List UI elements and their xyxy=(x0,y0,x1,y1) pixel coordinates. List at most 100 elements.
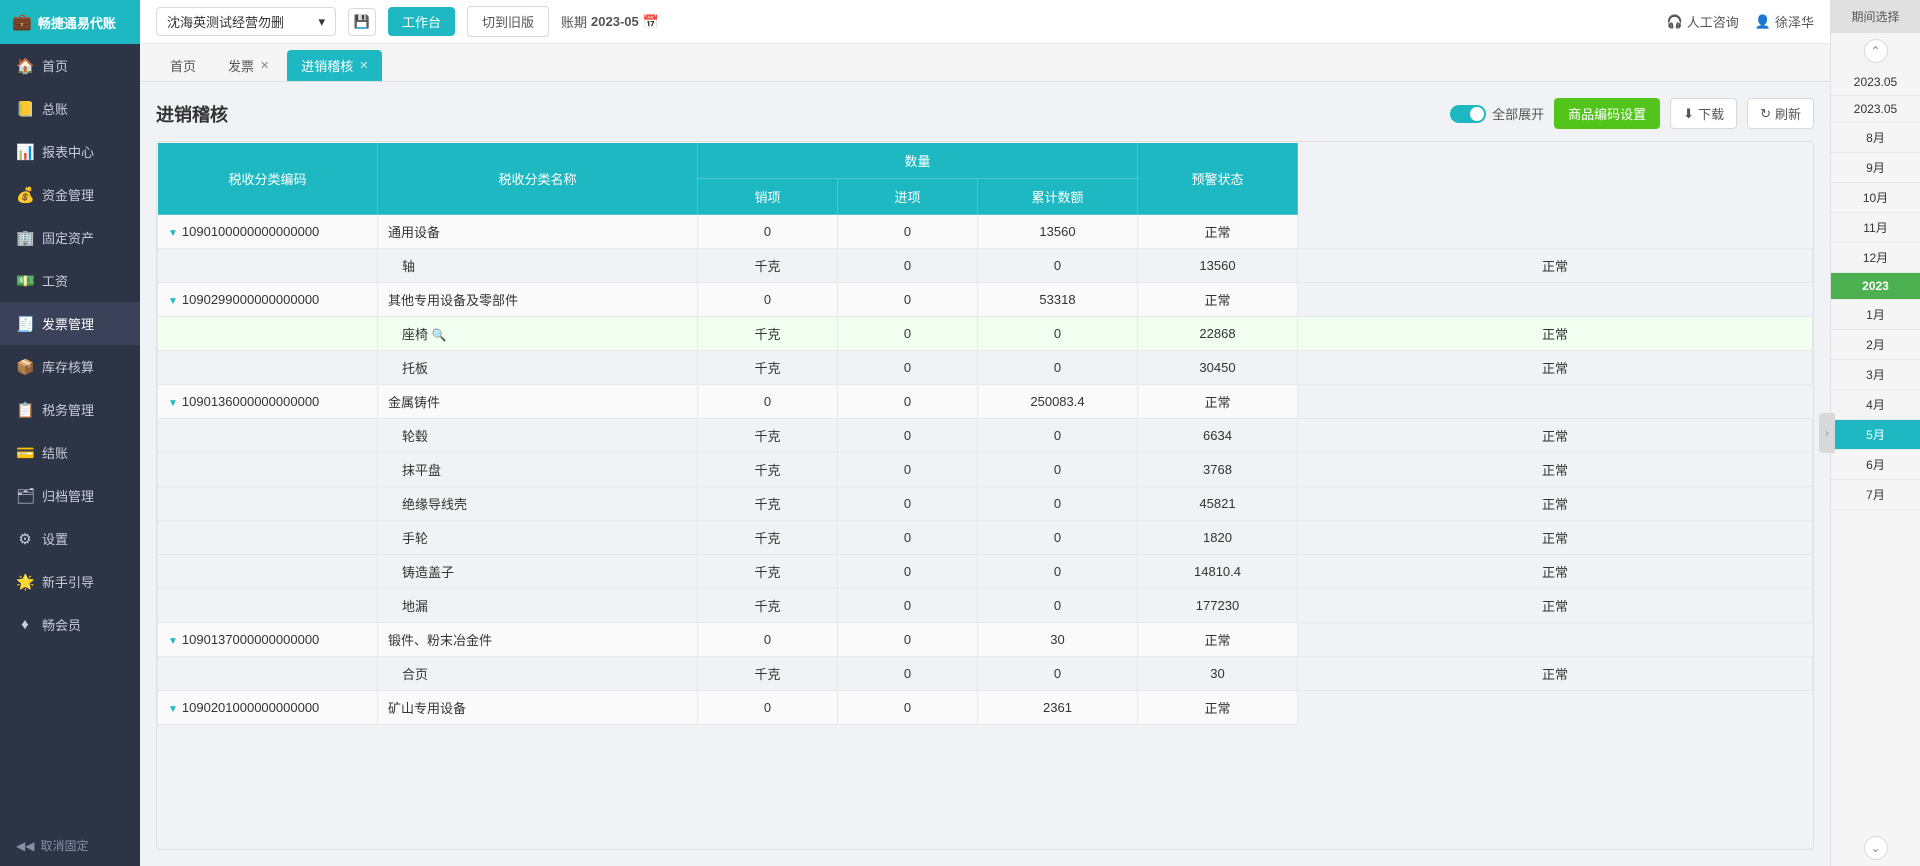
panel-up-button[interactable]: ⌃ xyxy=(1864,39,1888,63)
sidebar-item-settlement[interactable]: 💳 结账 xyxy=(0,431,140,474)
refresh-icon: ↻ xyxy=(1760,106,1771,122)
help-button[interactable]: 🎧 人工咨询 xyxy=(1667,12,1739,31)
table-wrapper: 税收分类编码 税收分类名称 数量 预警状态 销项 进项 累计数额 ▼109010… xyxy=(156,141,1814,850)
sidebar-item-funds[interactable]: 💰 资金管理 xyxy=(0,173,140,216)
tab-home-label: 首页 xyxy=(170,56,196,75)
table-row[interactable]: 托板 千克 0 0 30450 正常 xyxy=(158,351,1813,385)
sidebar-item-guide[interactable]: 🌟 新手引导 xyxy=(0,560,140,603)
row-name: 金属铸件 xyxy=(378,385,698,419)
sidebar-item-label: 固定资产 xyxy=(42,228,94,247)
table-row[interactable]: 铸造盖子 千克 0 0 14810.4 正常 xyxy=(158,555,1813,589)
period-item[interactable]: 3月 xyxy=(1831,360,1920,390)
sidebar-item-invoice[interactable]: 🧾 发票管理 xyxy=(0,302,140,345)
sidebar-item-archive[interactable]: 🗂 归档管理 xyxy=(0,474,140,517)
table-row[interactable]: 地漏 千克 0 0 177230 正常 xyxy=(158,589,1813,623)
period-item[interactable]: 6月 xyxy=(1831,450,1920,480)
period-item[interactable]: 1月 xyxy=(1831,300,1920,330)
workbench-button[interactable]: 工作台 xyxy=(388,7,455,36)
table-row[interactable]: ▼1090100000000000000 通用设备 0 0 13560 正常 xyxy=(158,215,1813,249)
user-menu[interactable]: 👤 徐泽华 xyxy=(1755,12,1814,31)
period-label: 账期 xyxy=(561,12,587,31)
funds-icon: 💰 xyxy=(16,186,34,204)
sidebar-item-ledger[interactable]: 📒 总账 xyxy=(0,87,140,130)
tab-check-close[interactable]: ✕ xyxy=(359,59,368,72)
period-item[interactable]: 5月 xyxy=(1831,420,1920,450)
row-sales: 0 xyxy=(698,215,838,249)
sidebar-item-salary[interactable]: 💵 工资 xyxy=(0,259,140,302)
period-item[interactable]: 10月 xyxy=(1831,183,1920,213)
sidebar-item-settings[interactable]: ⚙ 设置 xyxy=(0,517,140,560)
table-row[interactable]: 轴 千克 0 0 13560 正常 xyxy=(158,249,1813,283)
row-unit: 千克 xyxy=(698,589,838,623)
table-row[interactable]: 绝缘导线壳 千克 0 0 45821 正常 xyxy=(158,487,1813,521)
row-total: 13560 xyxy=(978,215,1138,249)
company-selector[interactable]: 沈海英测试经营勿删 ▾ xyxy=(156,7,336,36)
tab-check[interactable]: 进销稽核 ✕ xyxy=(287,50,382,81)
refresh-button[interactable]: ↻ 刷新 xyxy=(1747,98,1814,129)
page-title: 进销稽核 xyxy=(156,101,228,127)
product-code-button[interactable]: 商品编码设置 xyxy=(1554,98,1660,129)
tab-invoice-close[interactable]: ✕ xyxy=(260,59,269,72)
period-item[interactable]: 8月 xyxy=(1831,123,1920,153)
table-row[interactable]: 手轮 千克 0 0 1820 正常 xyxy=(158,521,1813,555)
tab-home[interactable]: 首页 xyxy=(156,50,210,81)
row-purchase: 0 xyxy=(978,555,1138,589)
expand-icon: ▼ xyxy=(168,704,178,715)
period-item[interactable]: 2月 xyxy=(1831,330,1920,360)
sidebar-item-tax[interactable]: 📋 税务管理 xyxy=(0,388,140,431)
save-button[interactable]: 💾 xyxy=(348,8,376,36)
expand-icon: ▼ xyxy=(168,398,178,409)
row-code: ▼1090100000000000000 xyxy=(158,215,378,249)
archive-icon: 🗂 xyxy=(16,487,34,505)
table-row[interactable]: ▼1090137000000000000 锻件、粉末冶金件 0 0 30 正常 xyxy=(158,623,1813,657)
calendar-icon[interactable]: 📅 xyxy=(643,14,659,30)
sidebar-item-fixed-assets[interactable]: 🏢 固定资产 xyxy=(0,216,140,259)
table-row[interactable]: 抹平盘 千克 0 0 3768 正常 xyxy=(158,453,1813,487)
row-unit: 千克 xyxy=(698,521,838,555)
sidebar-item-vip[interactable]: ♦ 畅会员 xyxy=(0,603,140,646)
toggle-track[interactable] xyxy=(1450,105,1486,123)
table-row[interactable]: 座椅 🔍 千克 0 0 22868 正常 xyxy=(158,317,1813,351)
period-item[interactable]: 9月 xyxy=(1831,153,1920,183)
toggle-label: 全部展开 xyxy=(1492,104,1544,123)
period-item[interactable]: 2023 xyxy=(1831,273,1920,300)
period-item[interactable]: 7月 xyxy=(1831,480,1920,510)
download-button[interactable]: ⬇ 下载 xyxy=(1670,98,1737,129)
period-item[interactable]: 4月 xyxy=(1831,390,1920,420)
sidebar-item-home[interactable]: 🏠 首页 xyxy=(0,44,140,87)
sidebar-unpin-button[interactable]: ◀◀ 取消固定 xyxy=(0,825,140,866)
table-row[interactable]: ▼1090299000000000000 其他专用设备及零部件 0 0 5331… xyxy=(158,283,1813,317)
period-item[interactable]: 11月 xyxy=(1831,213,1920,243)
row-name: 轮毂 xyxy=(378,419,698,453)
table-row[interactable]: 合页 千克 0 0 30 正常 xyxy=(158,657,1813,691)
row-code: ▼1090201000000000000 xyxy=(158,691,378,725)
tab-invoice[interactable]: 发票 ✕ xyxy=(214,50,283,81)
expand-icon: ▼ xyxy=(168,296,178,307)
sidebar-item-reports[interactable]: 📊 报表中心 xyxy=(0,130,140,173)
panel-header: 期间选择 xyxy=(1831,0,1920,33)
row-total: 1820 xyxy=(1138,521,1298,555)
period-item[interactable]: 2023.05 xyxy=(1831,96,1920,123)
panel-down-button[interactable]: ⌄ xyxy=(1864,836,1888,860)
company-name: 沈海英测试经营勿删 xyxy=(167,12,312,31)
row-total: 30450 xyxy=(1138,351,1298,385)
row-purchase: 0 xyxy=(978,351,1138,385)
table-row[interactable]: ▼1090136000000000000 金属铸件 0 0 250083.4 正… xyxy=(158,385,1813,419)
row-sales: 0 xyxy=(698,691,838,725)
period-item[interactable]: 12月 xyxy=(1831,243,1920,273)
period-value: 2023-05 xyxy=(591,14,639,29)
table-row[interactable]: ▼1090201000000000000 矿山专用设备 0 0 2361 正常 xyxy=(158,691,1813,725)
user-icon: 👤 xyxy=(1755,14,1771,30)
data-table: 税收分类编码 税收分类名称 数量 预警状态 销项 进项 累计数额 ▼109010… xyxy=(157,142,1813,725)
panel-collapse-button[interactable]: › xyxy=(1819,413,1835,453)
sidebar-item-label: 总账 xyxy=(42,99,68,118)
row-status: 正常 xyxy=(1138,215,1298,249)
table-row[interactable]: 轮毂 千克 0 0 6634 正常 xyxy=(158,419,1813,453)
save-icon: 💾 xyxy=(354,14,370,30)
sidebar-item-inventory[interactable]: 📦 库存核算 xyxy=(0,345,140,388)
sidebar-item-label: 资金管理 xyxy=(42,185,94,204)
expand-toggle[interactable]: 全部展开 xyxy=(1450,104,1544,123)
switch-version-button[interactable]: 切到旧版 xyxy=(467,6,549,37)
period-item[interactable]: 2023.05 xyxy=(1831,69,1920,96)
search-icon[interactable]: 🔍 xyxy=(432,328,447,342)
